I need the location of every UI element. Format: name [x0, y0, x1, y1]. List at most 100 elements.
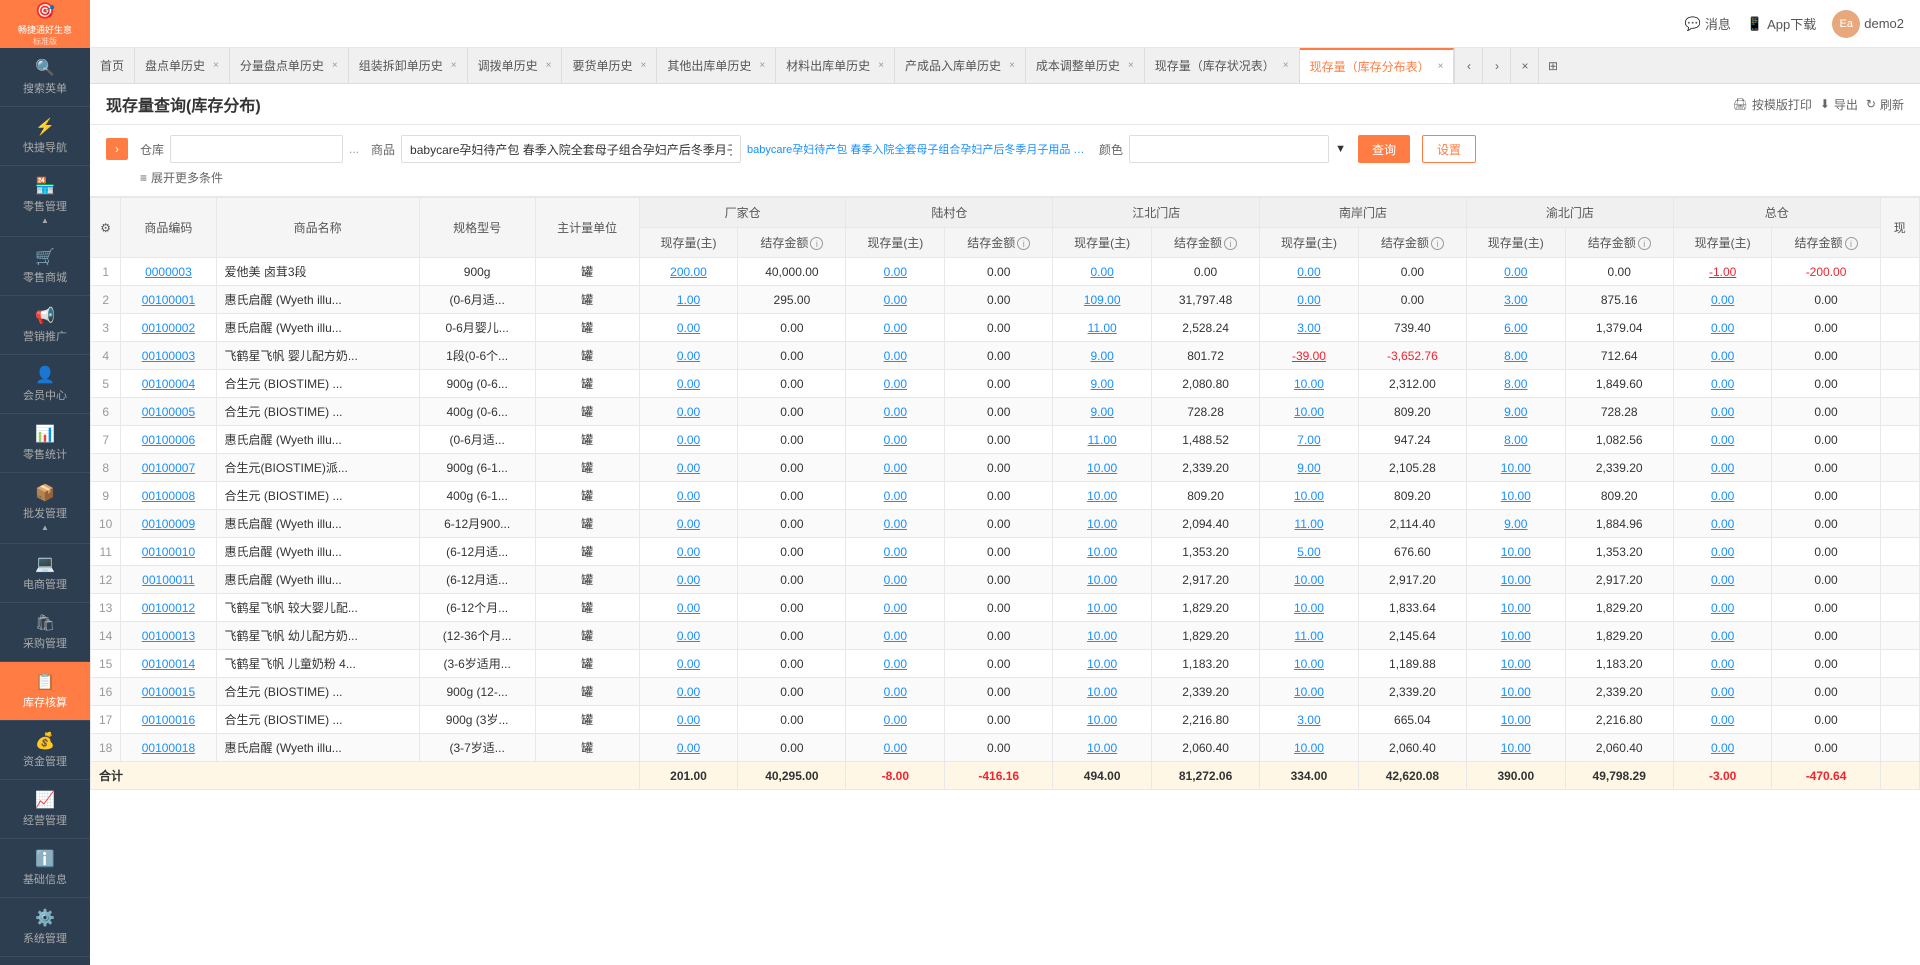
row-yb-qty[interactable]: 10.00: [1466, 678, 1565, 706]
setting-button[interactable]: 设置: [1422, 135, 1476, 163]
row-jb-qty[interactable]: 10.00: [1053, 566, 1152, 594]
row-code[interactable]: 00100012: [121, 594, 216, 622]
row-lc-qty[interactable]: 0.00: [846, 370, 945, 398]
tab-order-close[interactable]: ×: [640, 60, 646, 71]
row-lc-qty[interactable]: 0.00: [846, 678, 945, 706]
tab-stocktake[interactable]: 盘点单历史 ×: [135, 48, 230, 84]
row-code[interactable]: 00100003: [121, 342, 216, 370]
row-code[interactable]: 00100016: [121, 706, 216, 734]
row-zc-qty[interactable]: 0.00: [1673, 314, 1772, 342]
row-fj-qty[interactable]: 0.00: [639, 370, 738, 398]
row-zc-qty[interactable]: 0.00: [1673, 342, 1772, 370]
row-fj-qty[interactable]: 0.00: [639, 342, 738, 370]
row-na-qty[interactable]: 10.00: [1260, 398, 1359, 426]
row-fj-qty[interactable]: 0.00: [639, 706, 738, 734]
row-code[interactable]: 00100004: [121, 370, 216, 398]
row-yb-qty[interactable]: 0.00: [1466, 258, 1565, 286]
row-lc-qty[interactable]: 0.00: [846, 286, 945, 314]
app-download-btn[interactable]: 📱 App下载: [1747, 14, 1816, 33]
tab-other-out-close[interactable]: ×: [759, 60, 765, 71]
row-zc-qty[interactable]: 0.00: [1673, 370, 1772, 398]
row-zc-qty[interactable]: 0.00: [1673, 594, 1772, 622]
row-code[interactable]: 00100010: [121, 538, 216, 566]
row-jb-qty[interactable]: 9.00: [1053, 398, 1152, 426]
row-na-qty[interactable]: 10.00: [1260, 566, 1359, 594]
row-fj-qty[interactable]: 0.00: [639, 454, 738, 482]
row-yb-qty[interactable]: 10.00: [1466, 650, 1565, 678]
row-lc-qty[interactable]: 0.00: [846, 594, 945, 622]
th-setting[interactable]: ⚙: [91, 198, 121, 258]
row-na-qty[interactable]: 10.00: [1260, 370, 1359, 398]
row-yb-qty[interactable]: 10.00: [1466, 538, 1565, 566]
row-zc-qty[interactable]: 0.00: [1673, 734, 1772, 762]
row-lc-qty[interactable]: 0.00: [846, 342, 945, 370]
row-na-qty[interactable]: 10.00: [1260, 650, 1359, 678]
row-code[interactable]: 00100007: [121, 454, 216, 482]
row-lc-qty[interactable]: 0.00: [846, 398, 945, 426]
row-jb-qty[interactable]: 10.00: [1053, 734, 1152, 762]
row-jb-qty[interactable]: 11.00: [1053, 314, 1152, 342]
row-zc-qty[interactable]: 0.00: [1673, 510, 1772, 538]
tab-assemble[interactable]: 组装拆卸单历史 ×: [349, 48, 468, 84]
tab-assemble-close[interactable]: ×: [451, 60, 457, 71]
row-code[interactable]: 00100013: [121, 622, 216, 650]
row-jb-qty[interactable]: 0.00: [1053, 258, 1152, 286]
row-jb-qty[interactable]: 10.00: [1053, 650, 1152, 678]
sidebar-item-retail-stat[interactable]: 📊 零售统计: [0, 414, 90, 473]
row-na-qty[interactable]: 10.00: [1260, 594, 1359, 622]
row-zc-qty[interactable]: 0.00: [1673, 286, 1772, 314]
color-input[interactable]: [1129, 135, 1329, 163]
tab-partial-close[interactable]: ×: [332, 60, 338, 71]
row-lc-qty[interactable]: 0.00: [846, 622, 945, 650]
row-lc-qty[interactable]: 0.00: [846, 426, 945, 454]
refresh-btn[interactable]: ↻ 刷新: [1866, 96, 1904, 113]
row-jb-qty[interactable]: 10.00: [1053, 482, 1152, 510]
row-jb-qty[interactable]: 10.00: [1053, 594, 1152, 622]
goods-input[interactable]: [401, 135, 741, 163]
sidebar-item-manage[interactable]: 📈 经营管理: [0, 780, 90, 839]
row-jb-qty[interactable]: 10.00: [1053, 678, 1152, 706]
row-lc-qty[interactable]: 0.00: [846, 538, 945, 566]
sidebar-item-system[interactable]: ⚙️ 系统管理: [0, 898, 90, 957]
sidebar-item-search[interactable]: 🔍 搜索英单: [0, 48, 90, 107]
row-jb-qty[interactable]: 9.00: [1053, 370, 1152, 398]
row-na-qty[interactable]: 3.00: [1260, 314, 1359, 342]
row-lc-qty[interactable]: 0.00: [846, 566, 945, 594]
row-code[interactable]: 00100002: [121, 314, 216, 342]
row-fj-qty[interactable]: 0.00: [639, 594, 738, 622]
row-code[interactable]: 00100001: [121, 286, 216, 314]
row-zc-qty[interactable]: -1.00: [1673, 258, 1772, 286]
yb-amt-info[interactable]: i: [1638, 237, 1651, 250]
tab-material-out[interactable]: 材料出库单历史 ×: [776, 48, 895, 84]
row-lc-qty[interactable]: 0.00: [846, 258, 945, 286]
row-na-qty[interactable]: 10.00: [1260, 482, 1359, 510]
row-code[interactable]: 00100011: [121, 566, 216, 594]
tab-material-out-close[interactable]: ×: [878, 60, 884, 71]
row-yb-qty[interactable]: 10.00: [1466, 706, 1565, 734]
row-fj-qty[interactable]: 200.00: [639, 258, 738, 286]
row-yb-qty[interactable]: 10.00: [1466, 594, 1565, 622]
row-code[interactable]: 0000003: [121, 258, 216, 286]
tab-next-btn[interactable]: ›: [1482, 48, 1510, 84]
row-code[interactable]: 00100006: [121, 426, 216, 454]
row-jb-qty[interactable]: 9.00: [1053, 342, 1152, 370]
row-fj-qty[interactable]: 0.00: [639, 650, 738, 678]
sidebar-item-member[interactable]: 👤 会员中心: [0, 355, 90, 414]
row-lc-qty[interactable]: 0.00: [846, 734, 945, 762]
row-yb-qty[interactable]: 9.00: [1466, 510, 1565, 538]
tab-home[interactable]: 首页: [90, 48, 135, 84]
row-jb-qty[interactable]: 10.00: [1053, 706, 1152, 734]
filter-expand-arrow[interactable]: ›: [106, 138, 128, 160]
row-na-qty[interactable]: 10.00: [1260, 678, 1359, 706]
sidebar-item-nav[interactable]: ⚡ 快捷导航: [0, 107, 90, 166]
lc-amt-info[interactable]: i: [1017, 237, 1030, 250]
row-zc-qty[interactable]: 0.00: [1673, 454, 1772, 482]
sidebar-item-mall[interactable]: 🛒 零售商城: [0, 237, 90, 296]
row-na-qty[interactable]: 9.00: [1260, 454, 1359, 482]
row-code[interactable]: 00100005: [121, 398, 216, 426]
row-yb-qty[interactable]: 10.00: [1466, 454, 1565, 482]
tab-stock-status[interactable]: 现存量（库存状况表） ×: [1145, 48, 1300, 84]
row-fj-qty[interactable]: 0.00: [639, 734, 738, 762]
warehouse-input[interactable]: [170, 135, 343, 163]
row-zc-qty[interactable]: 0.00: [1673, 566, 1772, 594]
